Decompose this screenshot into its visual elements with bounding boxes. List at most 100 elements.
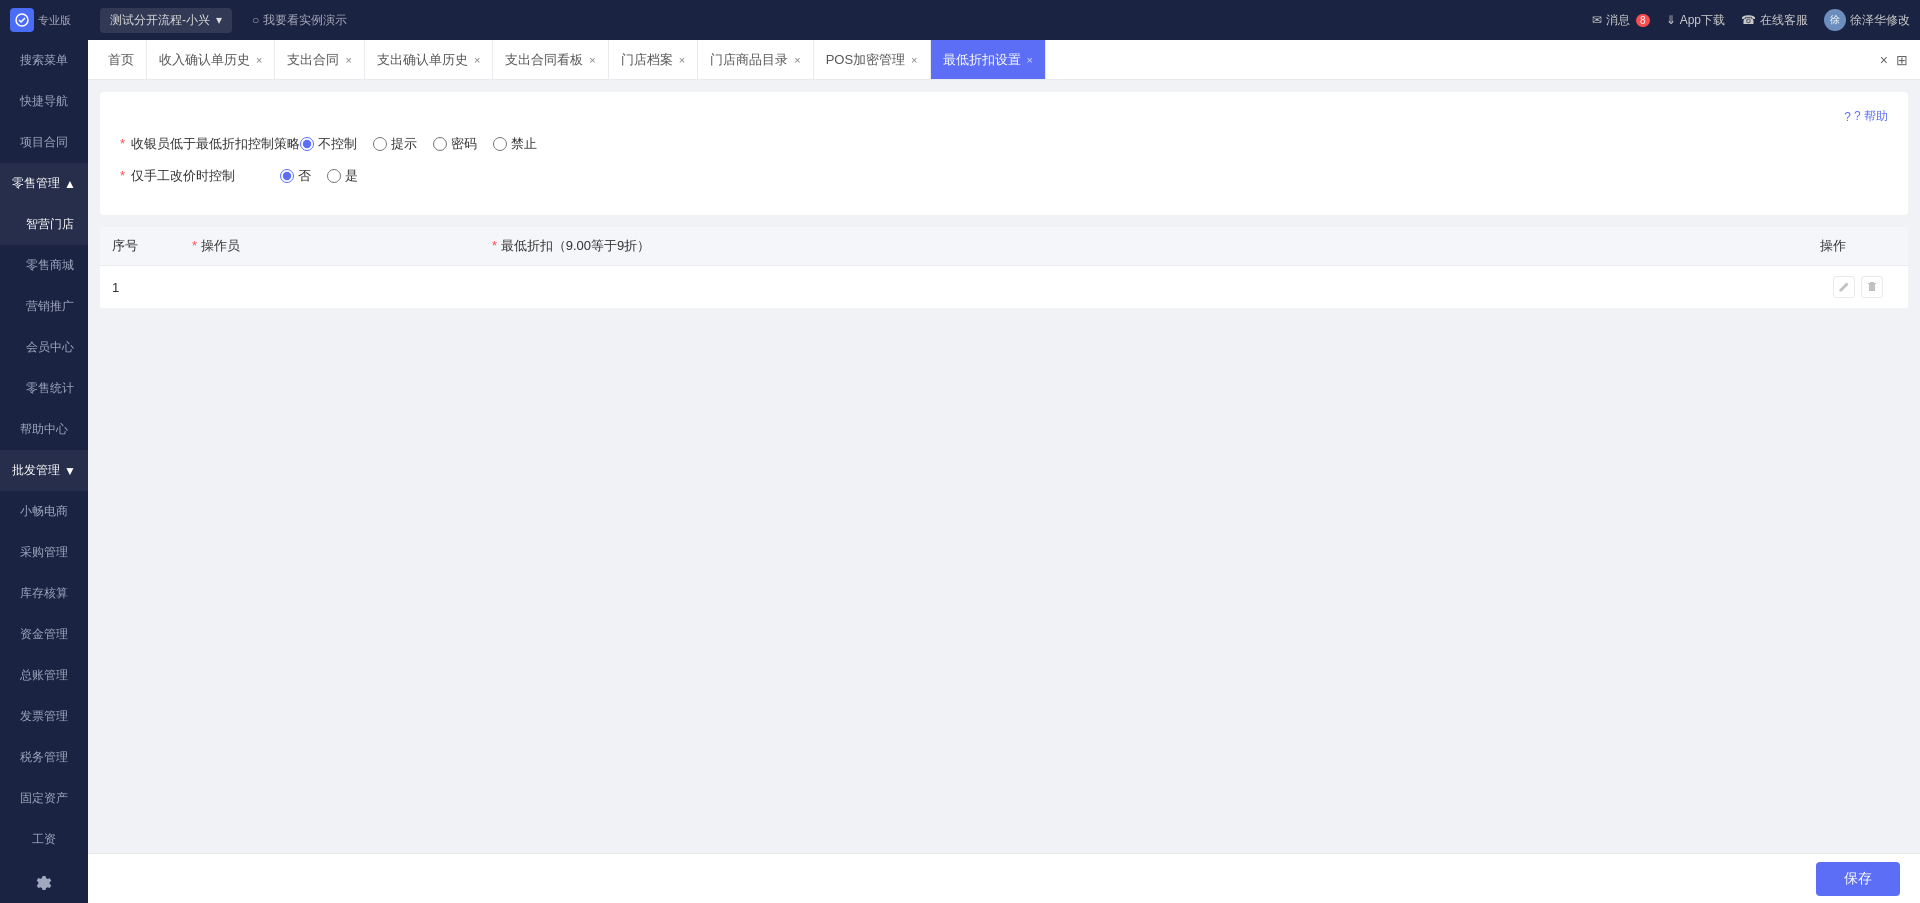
radio-forbid[interactable]: 禁止 [493, 135, 537, 153]
sidebar-item-assets[interactable]: 固定资产 [0, 778, 88, 819]
tab-store-files[interactable]: 门店档案 × [609, 40, 698, 80]
sidebar-item-help[interactable]: 帮助中心 [0, 409, 88, 450]
radio-no[interactable]: 否 [280, 167, 311, 185]
required-star: * [120, 136, 125, 151]
customer-service-button[interactable]: ☎ 在线客服 [1741, 12, 1808, 29]
radio-remind[interactable]: 提示 [373, 135, 417, 153]
col-header-operator: * 操作员 [180, 227, 480, 266]
tab-close-icon[interactable]: × [474, 54, 480, 66]
radio-yes[interactable]: 是 [327, 167, 358, 185]
sidebar-item-marketing[interactable]: 营销推广 [0, 286, 88, 327]
tab-store-products[interactable]: 门店商品目录 × [698, 40, 813, 80]
sidebar-item-inventory[interactable]: 库存核算 [0, 573, 88, 614]
sidebar-item-label: 库存核算 [20, 585, 68, 602]
edit-icon[interactable] [1833, 276, 1855, 298]
radio-label: 不控制 [318, 135, 357, 153]
tab-close-icon[interactable]: × [679, 54, 685, 66]
sidebar-item-search[interactable]: 搜索菜单 [0, 40, 88, 81]
tab-min-discount[interactable]: 最低折扣设置 × [931, 40, 1046, 80]
user-menu-button[interactable]: 徐 徐泽华修改 [1824, 9, 1910, 31]
service-icon: ☎ [1741, 13, 1756, 27]
tab-label: 首页 [108, 51, 134, 69]
radio-label: 禁止 [511, 135, 537, 153]
sidebar-item-online-shop[interactable]: 零售商城 [0, 245, 88, 286]
tab-pos-manage[interactable]: POS加密管理 × [814, 40, 931, 80]
col-header-discount: * 最低折扣（9.00等于9折） [480, 227, 1808, 266]
app-download-button[interactable]: ⇓ App下载 [1666, 12, 1725, 29]
tab-expand-button[interactable]: ⊞ [1896, 52, 1908, 68]
label-text: 收银员低于最低折扣控制策略 [131, 136, 300, 151]
sidebar-bottom [0, 863, 88, 903]
tab-payment-confirm[interactable]: 支出确认单历史 × [365, 40, 493, 80]
sidebar-item-member[interactable]: 会员中心 [0, 327, 88, 368]
sidebar-item-label: 搜索菜单 [20, 52, 68, 69]
tab-close-icon[interactable]: × [589, 54, 595, 66]
sidebar-item-wholesale[interactable]: 批发管理 ▼ [0, 450, 88, 491]
tab-bar: 首页 收入确认单历史 × 支出合同 × 支出确认单历史 × 支出合同看板 × 门… [88, 40, 1920, 80]
sidebar-item-contract[interactable]: 项目合同 [0, 122, 88, 163]
delete-icon[interactable] [1861, 276, 1883, 298]
tab-label: POS加密管理 [826, 51, 905, 69]
sidebar-item-invoice[interactable]: 发票管理 [0, 696, 88, 737]
sidebar-item-retail-stat[interactable]: 零售统计 [0, 368, 88, 409]
tab-label: 支出合同看板 [505, 51, 583, 69]
help-link[interactable]: ? ? 帮助 [1844, 108, 1888, 125]
sidebar-item-salary[interactable]: 工资 [0, 819, 88, 860]
logo-area: 专业版 [10, 8, 90, 32]
tab-close-icon[interactable]: × [345, 54, 351, 66]
sidebar-item-label: 小畅电商 [20, 503, 68, 520]
sidebar-item-ecommerce[interactable]: 小畅电商 [0, 491, 88, 532]
expand-icon: ▼ [64, 464, 76, 478]
tab-payment-contract[interactable]: 支出合同 × [275, 40, 364, 80]
settings-gear-button[interactable] [0, 863, 88, 903]
sidebar-item-purchase[interactable]: 采购管理 [0, 532, 88, 573]
help-icon: ? [1844, 110, 1851, 124]
customer-service-label: 在线客服 [1760, 12, 1808, 29]
manual-price-options: 否 是 [280, 167, 358, 185]
sidebar-item-finance[interactable]: 资金管理 [0, 614, 88, 655]
tab-close-icon[interactable]: × [794, 54, 800, 66]
manual-price-label: * 仅手工改价时控制 [120, 167, 280, 185]
radio-password[interactable]: 密码 [433, 135, 477, 153]
col-header-seq: 序号 [100, 227, 180, 266]
page-content: ? ? 帮助 * 收银员低于最低折扣控制策略 不控制 [88, 80, 1920, 853]
tab-close-icon[interactable]: × [911, 54, 917, 66]
top-header: 专业版 测试分开流程-小兴 ▾ ○ 我要看实例演示 ✉ 消息 8 ⇓ App下载… [0, 0, 1920, 40]
required-star: * [120, 168, 125, 183]
sidebar-item-accounting[interactable]: 总账管理 [0, 655, 88, 696]
demo-link[interactable]: ○ 我要看实例演示 [252, 12, 347, 29]
tab-label: 收入确认单历史 [159, 51, 250, 69]
bottom-bar: 保存 [88, 853, 1920, 903]
sidebar-item-label: 工资 [32, 831, 56, 848]
user-name: 徐泽华修改 [1850, 12, 1910, 29]
app-download-label: App下载 [1680, 12, 1725, 29]
tab-close-icon[interactable]: × [1027, 54, 1033, 66]
dropdown-arrow-icon: ▾ [216, 13, 222, 27]
messages-button[interactable]: ✉ 消息 8 [1592, 12, 1650, 29]
radio-label: 否 [298, 167, 311, 185]
avatar: 徐 [1824, 9, 1846, 31]
table-cell-operator [180, 266, 480, 309]
tab-income-confirm[interactable]: 收入确认单历史 × [147, 40, 275, 80]
radio-no-control[interactable]: 不控制 [300, 135, 357, 153]
tab-home[interactable]: 首页 [96, 40, 147, 80]
project-selector[interactable]: 测试分开流程-小兴 ▾ [100, 8, 232, 33]
sidebar-item-label: 快捷导航 [20, 93, 68, 110]
sidebar-item-label: 零售商城 [26, 257, 74, 274]
help-label: ? 帮助 [1854, 108, 1888, 125]
save-button[interactable]: 保存 [1816, 862, 1900, 896]
sidebar-item-label: 税务管理 [20, 749, 68, 766]
project-name: 测试分开流程-小兴 [110, 12, 210, 29]
sidebar-item-retail[interactable]: 零售管理 ▲ [0, 163, 88, 204]
sidebar-item-smart-store[interactable]: 智营门店 [0, 204, 88, 245]
tab-payment-board[interactable]: 支出合同看板 × [493, 40, 608, 80]
tab-close-all-button[interactable]: × [1880, 52, 1888, 68]
manual-price-row: * 仅手工改价时控制 否 是 [120, 167, 1888, 185]
sidebar-item-quicknav[interactable]: 快捷导航 [0, 81, 88, 122]
demo-link-label: 我要看实例演示 [263, 12, 347, 29]
sidebar-item-label: 零售统计 [26, 380, 74, 397]
table-cell-discount [480, 266, 1808, 309]
sidebar-item-label: 会员中心 [26, 339, 74, 356]
tab-close-icon[interactable]: × [256, 54, 262, 66]
sidebar-item-tax[interactable]: 税务管理 [0, 737, 88, 778]
